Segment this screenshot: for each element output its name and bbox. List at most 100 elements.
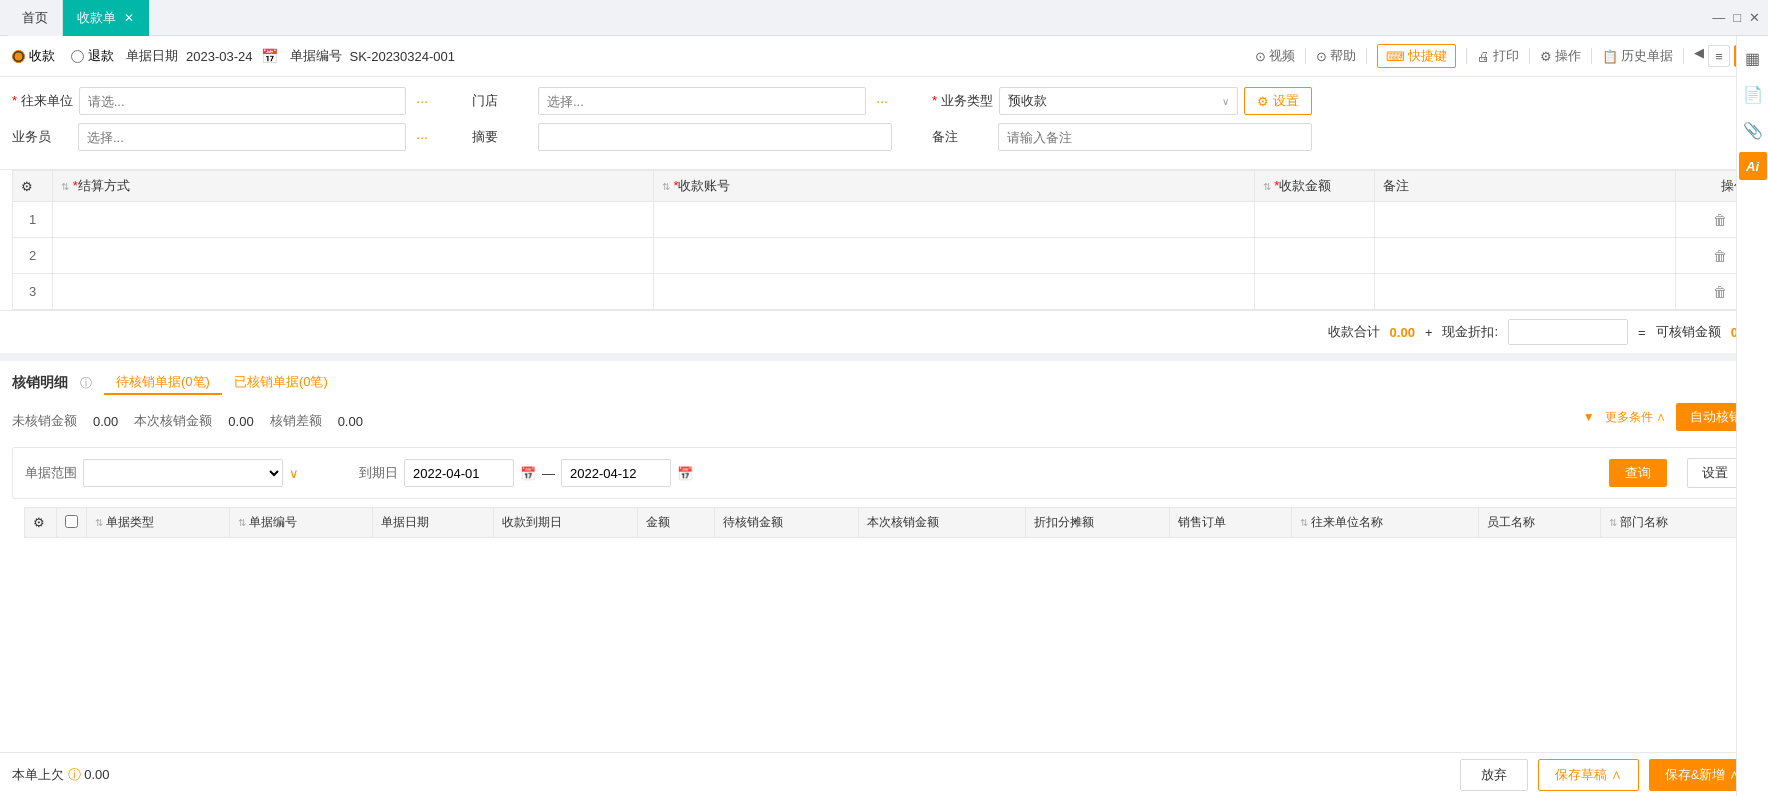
range-field: 单据范围 ∨ [25,459,299,487]
receipt-radio[interactable]: 收款 [12,47,55,65]
bottom-table: ⚙ ⇅ 单据类型 ⇅ 单据编号 单据日期 收款到期日 金额 待核销金额 本次核销… [24,507,1744,538]
tab-home[interactable]: 首页 [8,0,63,36]
minimize-icon[interactable]: — [1712,10,1725,25]
chevron-down-icon: ∨ [1222,96,1229,107]
shortcut-btn[interactable]: ⌨ 快捷键 [1377,44,1456,68]
divider6 [1683,48,1684,64]
total-value: 0.00 [1390,325,1415,340]
info-icon[interactable]: ⓘ [68,767,81,782]
verify-section: 核销明细 ⓘ 待核销单据(0笔) 已核销单据(0笔) 未核销金额 0.00 本次… [0,361,1768,548]
divider5 [1591,48,1592,64]
range-select[interactable] [83,459,283,487]
btcol-checkbox[interactable] [57,508,87,538]
row-settlement-1[interactable] [53,202,654,238]
business-type-select[interactable]: 预收款 ∨ [999,87,1238,115]
sort-icon2: ⇅ [662,181,670,192]
verify-settings-btn[interactable]: 设置 [1687,458,1743,488]
row-account-1[interactable] [653,202,1254,238]
store-more-btn[interactable]: ··· [872,93,892,109]
row-account-2[interactable] [653,238,1254,274]
operation-btn[interactable]: ⚙ 操作 [1540,47,1581,65]
row-amount-2[interactable] [1254,238,1374,274]
unchecked-label: 未核销金额 [12,412,77,430]
select-all-checkbox[interactable] [65,515,78,528]
tab-receipt[interactable]: 收款单 ✕ [63,0,149,36]
discount-input[interactable] [1508,319,1628,345]
verify-info-icon[interactable]: ⓘ [80,375,92,392]
delete-icon-3[interactable]: 🗑 [1713,284,1727,300]
divider [1305,48,1306,64]
verify-tab-pending[interactable]: 待核销单据(0笔) [104,371,222,395]
close-icon[interactable]: ✕ [1749,10,1760,25]
table-row: 2 🗑 ⊕ [13,238,1756,274]
counterpart-more-btn[interactable]: ··· [412,93,432,109]
row-settlement-3[interactable] [53,274,654,310]
video-btn[interactable]: ⊙ 视频 [1255,47,1295,65]
btcol-duedate: 收款到期日 [494,508,638,538]
row-settlement-2[interactable] [53,238,654,274]
query-btn[interactable]: 查询 [1609,459,1667,487]
maximize-icon[interactable]: □ [1733,10,1741,25]
doc-number-value: SK-20230324-001 [350,49,456,64]
filter-icon: ▼ [1583,410,1595,424]
sidebar-attach-icon[interactable]: 📎 [1739,116,1767,144]
btcol-gear[interactable]: ⚙ [25,508,57,538]
prev-layout-icon[interactable]: ◀ [1694,45,1704,67]
form-settings-btn[interactable]: ⚙ 设置 [1244,87,1312,115]
refund-radio[interactable]: 退款 [71,47,114,65]
video-icon: ⊙ [1255,49,1266,64]
due-date-label: 到期日 [359,464,398,482]
col-settlement: ⇅ *结算方式 [53,171,654,202]
abandon-btn[interactable]: 放弃 [1460,759,1528,791]
remark-input[interactable] [998,123,1312,151]
delete-icon-2[interactable]: 🗑 [1713,248,1727,264]
col-gear[interactable]: ⚙ [13,171,53,202]
more-conditions-btn[interactable]: 更多条件 ∧ [1605,409,1666,426]
row-account-3[interactable] [653,274,1254,310]
summary-field: 摘要 [472,123,892,151]
history-btn[interactable]: 📋 历史单据 [1602,47,1673,65]
date-to-input[interactable] [561,459,671,487]
salesperson-input[interactable] [78,123,406,151]
range-chevron-icon[interactable]: ∨ [289,466,299,481]
row-remark-1[interactable] [1374,202,1676,238]
form-row-2: 业务员 ··· 摘要 备注 [12,123,1756,151]
summary-input[interactable] [538,123,892,151]
calendar-from-icon[interactable]: 📅 [520,466,536,481]
help-btn[interactable]: ⊙ 帮助 [1316,47,1356,65]
sidebar-ai-icon[interactable]: Ai [1739,152,1767,180]
verify-tabs: 待核销单据(0笔) 已核销单据(0笔) [104,371,340,395]
current-check-value: 0.00 [228,414,253,429]
row-remark-3[interactable] [1374,274,1676,310]
save-draft-btn[interactable]: 保存草稿 ∧ [1538,759,1639,791]
sidebar-doc-icon[interactable]: 📄 [1739,80,1767,108]
list-layout-icon[interactable]: ≡ [1708,45,1730,67]
doc-date-field: 单据日期 2023-03-24 📅 [126,47,278,65]
row-amount-3[interactable] [1254,274,1374,310]
total-label: 收款合计 [1328,323,1380,341]
main-area: 收款 退款 单据日期 2023-03-24 📅 单据编号 SK-20230324… [0,36,1768,796]
sidebar-table-icon[interactable]: ▦ [1739,44,1767,72]
store-input[interactable] [538,87,866,115]
print-btn[interactable]: 🖨 打印 [1477,47,1519,65]
verify-tab-done[interactable]: 已核销单据(0笔) [222,371,340,395]
date-separator: — [542,466,555,481]
delete-icon-1[interactable]: 🗑 [1713,212,1727,228]
row-remark-2[interactable] [1374,238,1676,274]
bottom-table-wrapper: ⚙ ⇅ 单据类型 ⇅ 单据编号 单据日期 收款到期日 金额 待核销金额 本次核销… [12,507,1756,538]
counterpart-input[interactable] [79,87,407,115]
salesperson-more-btn[interactable]: ··· [412,129,432,145]
sort-icon-bt1: ⇅ [95,517,103,528]
date-from-input[interactable] [404,459,514,487]
tab-close-icon[interactable]: ✕ [124,11,134,25]
btcol-counterpart: ⇅ 往来单位名称 [1291,508,1479,538]
bottom-bar: 本单上欠 ⓘ 0.00 放弃 保存草稿 ∧ 保存&新增 ∧ [0,752,1768,796]
sort-icon-bt4: ⇅ [1609,517,1617,528]
net-label: 可核销金额 [1656,323,1721,341]
calendar-to-icon[interactable]: 📅 [677,466,693,481]
table-gear-icon[interactable]: ⚙ [21,179,33,194]
keyboard-icon: ⌨ [1386,49,1405,64]
calendar-icon[interactable]: 📅 [261,48,278,64]
bt-gear-icon[interactable]: ⚙ [33,515,45,530]
row-amount-1[interactable] [1254,202,1374,238]
